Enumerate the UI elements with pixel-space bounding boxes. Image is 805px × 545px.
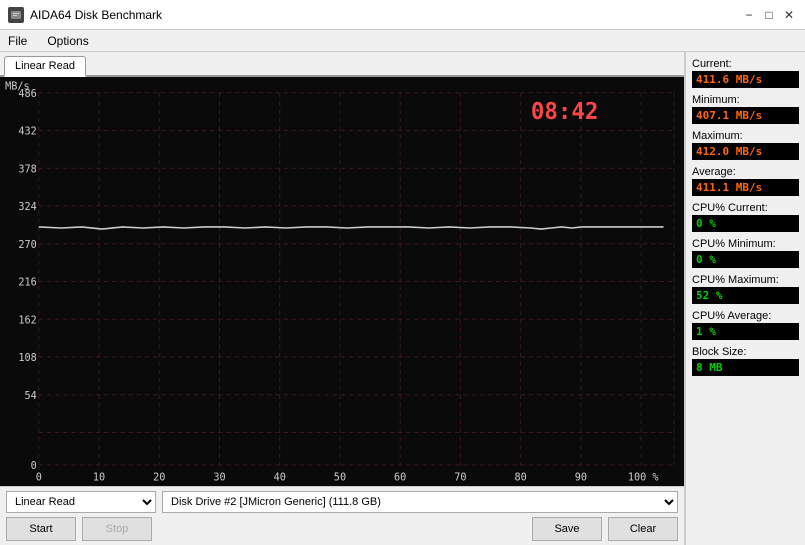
title-bar-left: AIDA64 Disk Benchmark bbox=[8, 7, 162, 23]
chart-svg: 486 432 378 324 270 216 162 108 54 0 MB/… bbox=[0, 77, 684, 486]
svg-text:324: 324 bbox=[18, 201, 36, 213]
maximum-value: 412.0 MB/s bbox=[692, 143, 799, 160]
svg-text:54: 54 bbox=[24, 390, 36, 402]
cpu-minimum-label: CPU% Minimum: bbox=[692, 238, 799, 250]
stat-current: Current: 411.6 MB/s bbox=[692, 58, 799, 88]
cpu-maximum-label: CPU% Maximum: bbox=[692, 274, 799, 286]
drive-dropdown[interactable]: Disk Drive #2 [JMicron Generic] (111.8 G… bbox=[162, 491, 678, 513]
svg-text:100 %: 100 % bbox=[628, 472, 659, 484]
cpu-average-label: CPU% Average: bbox=[692, 310, 799, 322]
svg-text:0: 0 bbox=[36, 472, 42, 484]
right-panel: Current: 411.6 MB/s Minimum: 407.1 MB/s … bbox=[685, 52, 805, 545]
cpu-current-label: CPU% Current: bbox=[692, 202, 799, 214]
minimum-value: 407.1 MB/s bbox=[692, 107, 799, 124]
average-value: 411.1 MB/s bbox=[692, 179, 799, 196]
test-dropdown[interactable]: Linear Read bbox=[6, 491, 156, 513]
cpu-current-value: 0 % bbox=[692, 215, 799, 232]
start-button[interactable]: Start bbox=[6, 517, 76, 541]
main-container: Linear Read bbox=[0, 52, 805, 545]
maximize-button[interactable]: □ bbox=[761, 7, 777, 23]
svg-text:60: 60 bbox=[394, 472, 406, 484]
stat-cpu-minimum: CPU% Minimum: 0 % bbox=[692, 238, 799, 268]
maximum-label: Maximum: bbox=[692, 130, 799, 142]
svg-text:108: 108 bbox=[18, 352, 36, 364]
minimum-label: Minimum: bbox=[692, 94, 799, 106]
svg-text:378: 378 bbox=[18, 163, 36, 175]
svg-text:90: 90 bbox=[575, 472, 587, 484]
close-button[interactable]: ✕ bbox=[781, 7, 797, 23]
app-title: AIDA64 Disk Benchmark bbox=[30, 8, 162, 22]
svg-text:216: 216 bbox=[18, 277, 36, 289]
control-row-dropdowns: Linear Read Disk Drive #2 [JMicron Gener… bbox=[6, 491, 678, 513]
stat-blocksize: Block Size: 8 MB bbox=[692, 346, 799, 376]
svg-text:30: 30 bbox=[213, 472, 225, 484]
tab-linear-read[interactable]: Linear Read bbox=[4, 56, 86, 77]
stat-minimum: Minimum: 407.1 MB/s bbox=[692, 94, 799, 124]
cpu-minimum-value: 0 % bbox=[692, 251, 799, 268]
cpu-average-value: 1 % bbox=[692, 323, 799, 340]
menu-file[interactable]: File bbox=[4, 33, 31, 49]
tab-bar: Linear Read bbox=[0, 52, 684, 77]
stat-maximum: Maximum: 412.0 MB/s bbox=[692, 130, 799, 160]
average-label: Average: bbox=[692, 166, 799, 178]
stat-average: Average: 411.1 MB/s bbox=[692, 166, 799, 196]
svg-text:270: 270 bbox=[18, 239, 36, 251]
minimize-button[interactable]: − bbox=[741, 7, 757, 23]
stop-button[interactable]: Stop bbox=[82, 517, 152, 541]
stat-cpu-current: CPU% Current: 0 % bbox=[692, 202, 799, 232]
control-row-buttons: Start Stop Save Clear bbox=[6, 517, 678, 541]
left-panel: Linear Read bbox=[0, 52, 685, 545]
title-bar: AIDA64 Disk Benchmark − □ ✕ bbox=[0, 0, 805, 30]
cpu-maximum-value: 52 % bbox=[692, 287, 799, 304]
current-value: 411.6 MB/s bbox=[692, 71, 799, 88]
bottom-controls: Linear Read Disk Drive #2 [JMicron Gener… bbox=[0, 486, 684, 545]
svg-text:08:42: 08:42 bbox=[531, 99, 599, 125]
menu-bar: File Options bbox=[0, 30, 805, 52]
svg-text:70: 70 bbox=[454, 472, 466, 484]
svg-text:50: 50 bbox=[334, 472, 346, 484]
svg-text:80: 80 bbox=[515, 472, 527, 484]
stat-cpu-average: CPU% Average: 1 % bbox=[692, 310, 799, 340]
save-button[interactable]: Save bbox=[532, 517, 602, 541]
svg-text:10: 10 bbox=[93, 472, 105, 484]
current-label: Current: bbox=[692, 58, 799, 70]
clear-button[interactable]: Clear bbox=[608, 517, 678, 541]
stat-cpu-maximum: CPU% Maximum: 52 % bbox=[692, 274, 799, 304]
svg-text:20: 20 bbox=[153, 472, 165, 484]
blocksize-label: Block Size: bbox=[692, 346, 799, 358]
svg-text:MB/s: MB/s bbox=[5, 80, 30, 92]
blocksize-value: 8 MB bbox=[692, 359, 799, 376]
menu-options[interactable]: Options bbox=[43, 33, 92, 49]
svg-text:40: 40 bbox=[274, 472, 286, 484]
svg-text:0: 0 bbox=[31, 460, 37, 472]
app-icon bbox=[8, 7, 24, 23]
svg-text:432: 432 bbox=[18, 126, 36, 138]
chart-area: 486 432 378 324 270 216 162 108 54 0 MB/… bbox=[0, 77, 684, 486]
svg-text:162: 162 bbox=[18, 314, 36, 326]
window-controls: − □ ✕ bbox=[741, 7, 797, 23]
